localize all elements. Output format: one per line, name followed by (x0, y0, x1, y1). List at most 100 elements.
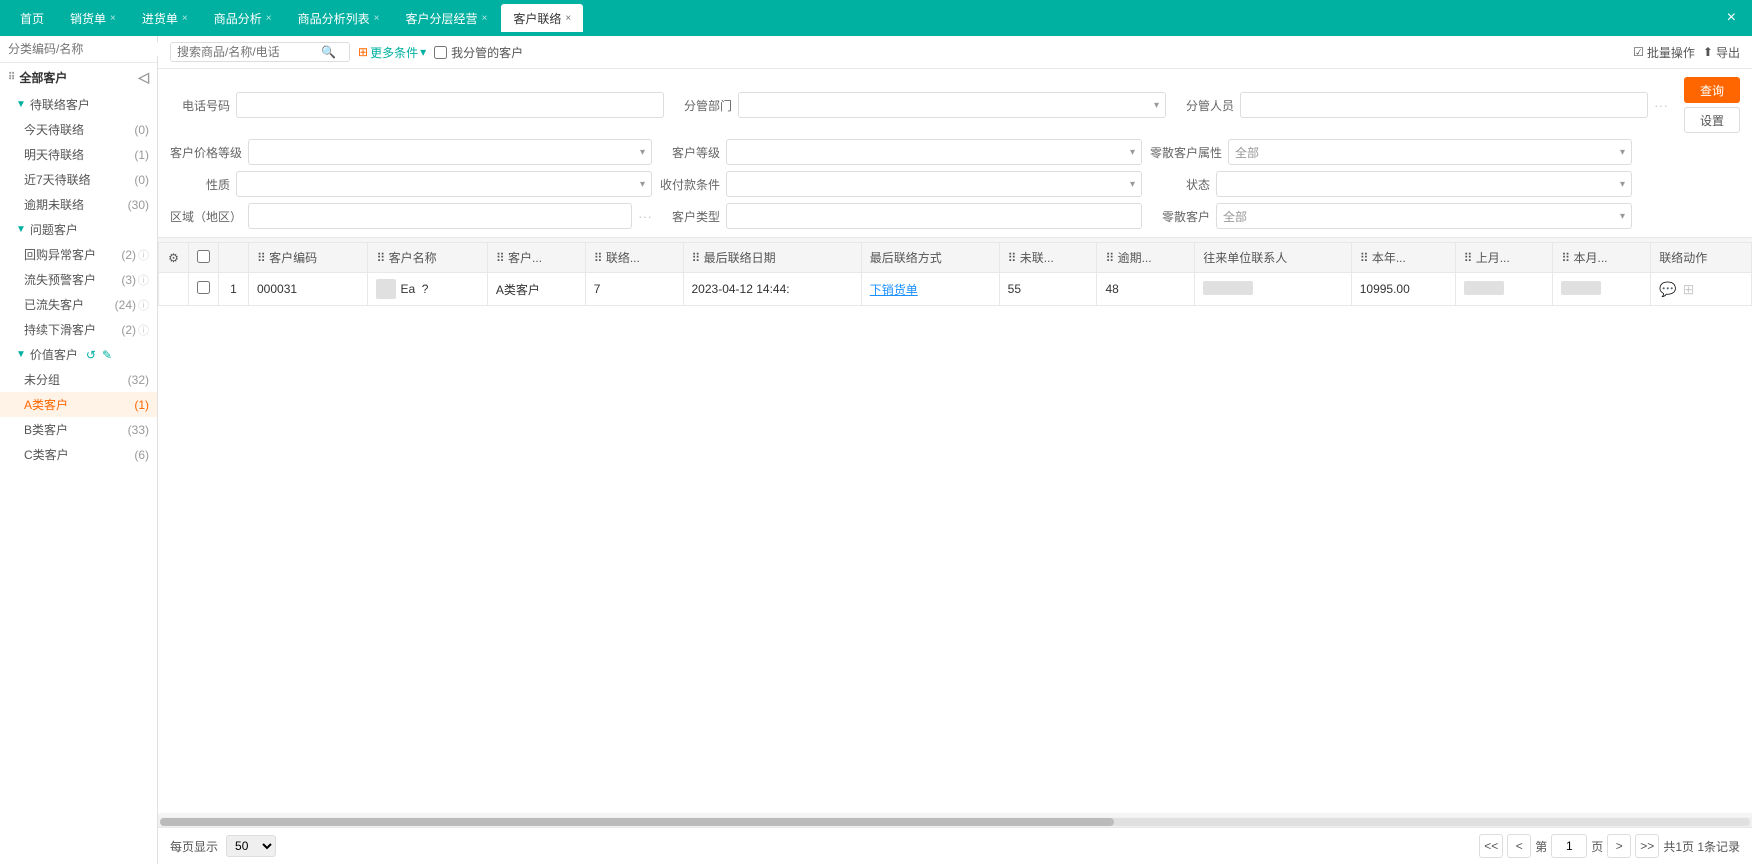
nav-customer-segment[interactable]: 客户分层经营 × (393, 4, 499, 32)
nav-sales[interactable]: 销货单 × (58, 4, 128, 32)
sidebar-collapse-btn[interactable]: ◁ (138, 69, 149, 86)
filter-person: 分管人员 ··· (1174, 92, 1668, 118)
sidebar-item-declining[interactable]: 持续下滑客户 (2) ⓘ (0, 317, 157, 342)
nav-customer-contact[interactable]: 客户联络 × (501, 4, 583, 32)
last-page-btn[interactable]: >> (1635, 834, 1659, 858)
td-this-year: 10995.00 (1351, 273, 1455, 306)
main-search-input[interactable] (177, 45, 317, 59)
td-this-month (1553, 273, 1651, 306)
next-page-btn[interactable]: > (1607, 834, 1631, 858)
settings-button[interactable]: 设置 (1684, 107, 1740, 133)
filter-bar: 🔍 ⊞ 更多条件 ▾ 我分管的客户 ☑ 批量操作 ⬆ 导出 (158, 36, 1752, 69)
prev-page-btn[interactable]: < (1507, 834, 1531, 858)
retail-customer-arrow: ▾ (1620, 211, 1625, 222)
sidebar-item-7days[interactable]: 近7天待联络 (0) (0, 167, 157, 192)
td-settings (159, 273, 189, 306)
sidebar-item-ungrouped[interactable]: 未分组 (32) (0, 367, 157, 392)
query-button[interactable]: 查询 (1684, 77, 1740, 103)
retail-attr-select[interactable]: 全部 ▾ (1228, 139, 1632, 165)
row-checkbox[interactable] (197, 281, 210, 294)
sidebar-group-value[interactable]: ▼ 价值客户 ↺ ✎ (0, 342, 157, 367)
comment-action-icon[interactable]: 💬 (1659, 281, 1676, 298)
sidebar-item-tomorrow[interactable]: 明天待联络 (1) (0, 142, 157, 167)
info-icon-churned: ⓘ (138, 297, 149, 313)
sidebar-content: ⠿ 全部客户 ◁ ▼ 待联络客户 今天待联络 (0) 明天待联络 (1) 近7天… (0, 63, 157, 864)
customer-type-input[interactable] (726, 203, 1142, 229)
customer-level-select[interactable]: ▾ (726, 139, 1142, 165)
batch-ops-btn[interactable]: ☑ 批量操作 (1633, 44, 1695, 61)
dept-select[interactable]: ▾ (738, 92, 1166, 118)
payment-select[interactable]: ▾ (726, 171, 1142, 197)
close-product-analysis-tab[interactable]: × (266, 13, 272, 24)
nav-home[interactable]: 首页 (8, 4, 56, 32)
more-conditions-btn[interactable]: ⊞ 更多条件 ▾ (358, 44, 426, 61)
td-name: Ea ? (368, 273, 487, 306)
sidebar-all-customers[interactable]: ⠿ 全部客户 ◁ (0, 63, 157, 92)
last-method-link[interactable]: 下销货单 (870, 283, 918, 297)
select-all-checkbox[interactable] (197, 250, 210, 263)
sidebar-item-churned[interactable]: 已流失客户 (24) ⓘ (0, 292, 157, 317)
filter-retail-attr: 零散客户属性 全部 ▾ (1150, 139, 1632, 165)
th-last-month: ⠿ 上月... (1455, 243, 1553, 273)
filter-row-1: 电话号码 分管部门 ▾ 分管人员 ··· 查询 设置 (170, 77, 1740, 133)
sidebar-search-input[interactable] (8, 42, 163, 56)
info-icon-churn: ⓘ (138, 272, 149, 288)
main-search-icon[interactable]: 🔍 (321, 45, 336, 59)
first-page-btn[interactable]: << (1479, 834, 1503, 858)
td-not-contacted: 55 (999, 273, 1097, 306)
status-select[interactable]: ▾ (1216, 171, 1632, 197)
filter-price-level: 客户价格等级 ▾ (170, 139, 652, 165)
phone-input[interactable] (236, 92, 664, 118)
my-customers-checkbox[interactable] (434, 46, 447, 59)
filter-payment: 收付款条件 ▾ (660, 171, 1142, 197)
price-level-select[interactable]: ▾ (248, 139, 652, 165)
filter-actions: ☑ 批量操作 ⬆ 导出 (1633, 44, 1740, 61)
th-overdue: ⠿ 逾期... (1097, 243, 1195, 273)
person-dots-btn[interactable]: ··· (1654, 97, 1668, 113)
close-purchase-tab[interactable]: × (182, 13, 188, 24)
nature-select[interactable]: ▾ (236, 171, 652, 197)
sidebar-item-overdue[interactable]: 逾期未联络 (30) (0, 192, 157, 217)
export-btn[interactable]: ⬆ 导出 (1703, 44, 1740, 61)
top-nav: 首页 销货单 × 进货单 × 商品分析 × 商品分析列表 × 客户分层经营 × … (0, 0, 1752, 36)
scrollbar-thumb[interactable] (160, 818, 1114, 826)
close-product-list-tab[interactable]: × (374, 13, 380, 24)
price-level-arrow: ▾ (640, 147, 645, 158)
per-page-select[interactable]: 50 100 200 (226, 835, 276, 857)
qr-action-icon[interactable]: ⊞ (1683, 281, 1695, 298)
nav-purchase[interactable]: 进货单 × (130, 4, 200, 32)
filter-status: 状态 ▾ (1150, 171, 1632, 197)
status-arrow: ▾ (1620, 179, 1625, 190)
nav-product-analysis[interactable]: 商品分析 × (202, 4, 284, 32)
close-all-tabs[interactable]: × (1719, 9, 1744, 27)
sidebar-item-b-class[interactable]: B类客户 (33) (0, 417, 157, 442)
edit-icon[interactable]: ✎ (102, 348, 112, 362)
region-input[interactable] (248, 203, 632, 229)
refresh-icon[interactable]: ↺ (86, 348, 96, 362)
page-number-input[interactable] (1551, 834, 1587, 858)
horizontal-scrollbar[interactable] (158, 817, 1752, 827)
close-customer-segment-tab[interactable]: × (481, 13, 487, 24)
th-action: 联络动作 (1651, 243, 1752, 273)
person-input[interactable] (1240, 92, 1648, 118)
main-layout: 🔍 ⠿ 全部客户 ◁ ▼ 待联络客户 今天待联络 (0) 明天待联络 (1) (0, 36, 1752, 864)
nav-product-list[interactable]: 商品分析列表 × (286, 4, 392, 32)
sidebar-group-pending[interactable]: ▼ 待联络客户 (0, 92, 157, 117)
region-dots-btn[interactable]: ··· (638, 208, 652, 224)
dept-select-arrow: ▾ (1154, 100, 1159, 111)
export-icon: ⬆ (1703, 45, 1713, 59)
close-customer-contact-tab[interactable]: × (565, 13, 571, 24)
th-settings[interactable]: ⚙ (159, 243, 189, 273)
close-sales-tab[interactable]: × (110, 13, 116, 24)
sidebar-item-today[interactable]: 今天待联络 (0) (0, 117, 157, 142)
sidebar-item-c-class[interactable]: C类客户 (6) (0, 442, 157, 467)
td-last-method: 下销货单 (861, 273, 999, 306)
sidebar-group-problem[interactable]: ▼ 问题客户 (0, 217, 157, 242)
th-unit-contact: 往来单位联系人 (1195, 243, 1351, 273)
sidebar-item-repurchase[interactable]: 回购异常客户 (2) ⓘ (0, 242, 157, 267)
filter-row-2: 客户价格等级 ▾ 客户等级 ▾ 零散客户属性 全部 (170, 139, 1740, 165)
retail-customer-select[interactable]: 全部 ▾ (1216, 203, 1632, 229)
sidebar-item-a-class[interactable]: A类客户 (1) (0, 392, 157, 417)
sidebar-item-churn-warning[interactable]: 流失预警客户 (3) ⓘ (0, 267, 157, 292)
td-num: 1 (219, 273, 249, 306)
